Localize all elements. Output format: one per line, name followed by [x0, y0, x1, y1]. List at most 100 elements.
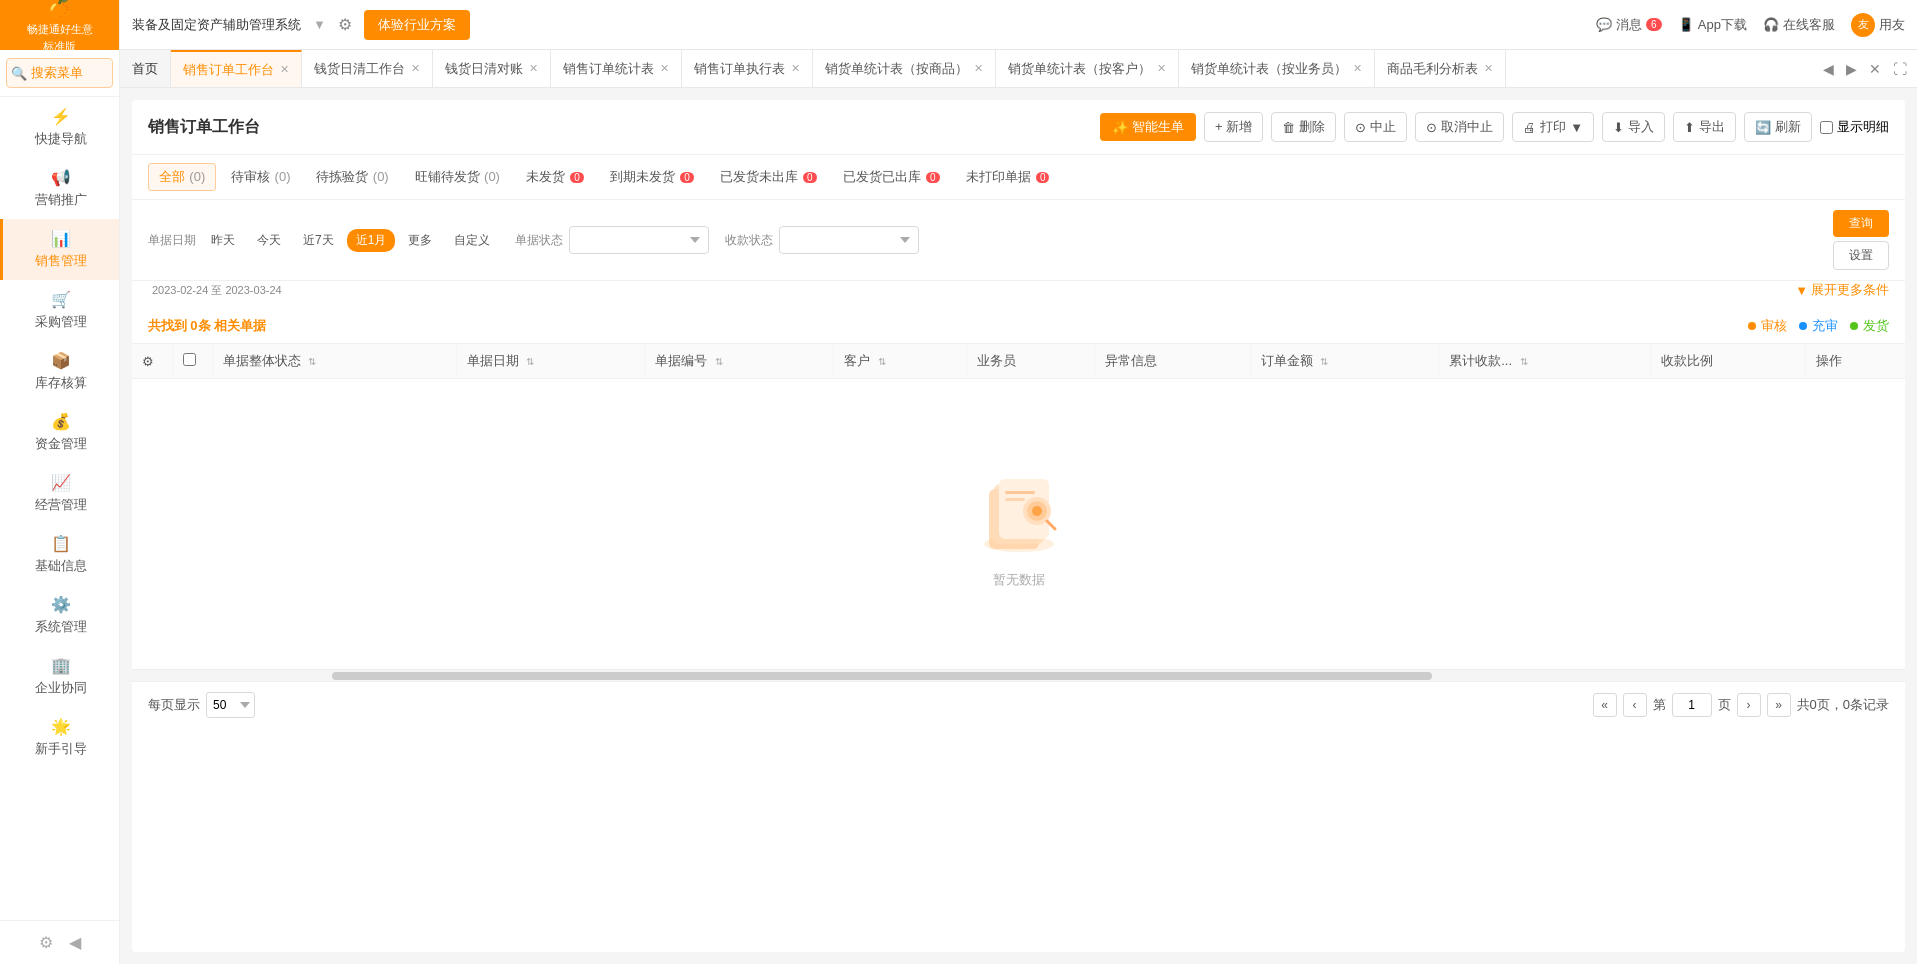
page-number-input[interactable] [1672, 693, 1712, 717]
collection-filter-select[interactable] [779, 226, 919, 254]
show-detail-checkbox[interactable] [1820, 121, 1833, 134]
tab-sales-order-workbench[interactable]: 销售订单工作台 ✕ [171, 50, 302, 88]
first-page-button[interactable]: « [1593, 693, 1617, 717]
sidebar-item-purchase[interactable]: 🛒 采购管理 [0, 280, 119, 341]
sub-tab-not-printed[interactable]: 未打印单据 0 [955, 163, 1061, 191]
tab-maximize-icon[interactable]: ⛶ [1889, 59, 1911, 79]
sub-tab-wangpu[interactable]: 旺铺待发货 (0) [404, 163, 511, 191]
tab-close-cash-reconcile[interactable]: ✕ [529, 62, 538, 75]
expand-label: 展开更多条件 [1811, 281, 1889, 299]
tab-close-sales-stat[interactable]: ✕ [660, 62, 669, 75]
sort-number-icon[interactable]: ⇅ [715, 356, 723, 367]
review-action-button[interactable]: 审核 [1748, 317, 1787, 335]
print-button[interactable]: 🖨 打印 ▼ [1512, 112, 1594, 142]
ship-action-button[interactable]: 发货 [1850, 317, 1889, 335]
sort-amount-icon[interactable]: ⇅ [1320, 356, 1328, 367]
sidebar-item-marketing[interactable]: 📢 营销推广 [0, 158, 119, 219]
sidebar-item-quick-nav[interactable]: ⚡ 快捷导航 [0, 97, 119, 158]
online-service-item[interactable]: 🎧 在线客服 [1763, 16, 1835, 34]
sidebar-item-finance[interactable]: 💰 资金管理 [0, 402, 119, 463]
sidebar-item-inventory[interactable]: 📦 库存核算 [0, 341, 119, 402]
import-button[interactable]: ⬇ 导入 [1602, 112, 1665, 142]
sidebar-item-operations[interactable]: 📈 经营管理 [0, 463, 119, 524]
add-button[interactable]: + 新增 [1204, 112, 1263, 142]
solution-button[interactable]: 体验行业方案 [364, 10, 470, 40]
header-settings-icon[interactable]: ⚙ [338, 15, 352, 34]
tab-close-sales-exec[interactable]: ✕ [791, 62, 800, 75]
tab-close-sales-order-workbench[interactable]: ✕ [280, 63, 289, 76]
date-btn-today[interactable]: 今天 [248, 229, 290, 252]
tab-home[interactable]: 首页 [120, 50, 171, 88]
next-page-button[interactable]: › [1737, 693, 1761, 717]
tab-bar: 首页 销售订单工作台 ✕ 钱货日清工作台 ✕ 钱货日清对账 ✕ 销售订单统计表 … [120, 50, 1917, 88]
tab-close-cash-daily[interactable]: ✕ [411, 62, 420, 75]
user-item[interactable]: 友 用友 [1851, 13, 1905, 37]
system-dropdown-arrow[interactable]: ▼ [313, 17, 326, 32]
smart-generate-button[interactable]: ✨ 智能生单 [1100, 113, 1196, 141]
content-area: 销售订单工作台 ✨ 智能生单 + 新增 🗑 删除 ⊙ 中止 [120, 88, 1917, 964]
cancel-suspend-button[interactable]: ⊙ 取消中止 [1415, 112, 1504, 142]
sub-tab-overdue-not-shipped[interactable]: 到期未发货 0 [599, 163, 705, 191]
expand-conditions-button[interactable]: ▼ 展开更多条件 [1795, 281, 1889, 299]
horizontal-scrollbar[interactable] [132, 669, 1905, 681]
tab-cash-reconcile[interactable]: 钱货日清对账 ✕ [433, 50, 551, 88]
tab-scroll-right-icon[interactable]: ▶ [1842, 59, 1861, 79]
select-all-checkbox[interactable] [183, 353, 196, 366]
scrollbar-thumb[interactable] [332, 672, 1432, 680]
sidebar-item-guide[interactable]: 🌟 新手引导 [0, 707, 119, 768]
per-page-select[interactable]: 50 100 [206, 692, 255, 718]
date-btn-yesterday[interactable]: 昨天 [202, 229, 244, 252]
sub-tab-shipped-out[interactable]: 已发货已出库 0 [832, 163, 951, 191]
delete-button[interactable]: 🗑 删除 [1271, 112, 1336, 142]
sub-tab-all[interactable]: 全部 (0) [148, 163, 216, 191]
sub-tab-not-shipped[interactable]: 未发货 0 [515, 163, 595, 191]
filter-setting-button[interactable]: 设置 [1833, 241, 1889, 270]
sort-status-icon[interactable]: ⇅ [308, 356, 316, 367]
suspend-button[interactable]: ⊙ 中止 [1344, 112, 1407, 142]
sort-collected-icon[interactable]: ⇅ [1520, 356, 1528, 367]
tab-close-sales-by-staff[interactable]: ✕ [1353, 62, 1362, 75]
export-button[interactable]: ⬆ 导出 [1673, 112, 1736, 142]
sidebar-item-sales[interactable]: 📊 销售管理 [0, 219, 119, 280]
app-download-item[interactable]: 📱 App下载 [1678, 16, 1747, 34]
sidebar-item-enterprise[interactable]: 🏢 企业协同 [0, 646, 119, 707]
sub-tab-pending-review[interactable]: 待审核 (0) [220, 163, 301, 191]
sort-date-icon[interactable]: ⇅ [526, 356, 534, 367]
th-checkbox[interactable] [172, 344, 212, 379]
search-menu-button[interactable]: 🔍 搜索菜单 [6, 58, 113, 88]
sidebar-item-basic-info[interactable]: 📋 基础信息 [0, 524, 119, 585]
settings-bottom-icon[interactable]: ⚙ [35, 929, 57, 956]
tab-sales-by-customer[interactable]: 销货单统计表（按客户） ✕ [996, 50, 1179, 88]
tab-product-margin[interactable]: 商品毛利分析表 ✕ [1375, 50, 1506, 88]
last-page-button[interactable]: » [1767, 693, 1791, 717]
tab-close-sales-by-product[interactable]: ✕ [974, 62, 983, 75]
tab-sales-stat[interactable]: 销售订单统计表 ✕ [551, 50, 682, 88]
date-btn-1month[interactable]: 近1月 [347, 229, 396, 252]
tab-close-all-icon[interactable]: ✕ [1865, 59, 1885, 79]
prev-page-button[interactable]: ‹ [1623, 693, 1647, 717]
suspend-action-button[interactable]: 充审 [1799, 317, 1838, 335]
tab-cash-daily[interactable]: 钱货日清工作台 ✕ [302, 50, 433, 88]
query-button[interactable]: 查询 [1833, 210, 1889, 237]
collapse-icon[interactable]: ◀ [65, 929, 85, 956]
sub-tab-shipped-not-out[interactable]: 已发货未出库 0 [709, 163, 828, 191]
tab-sales-by-product[interactable]: 销货单统计表（按商品） ✕ [813, 50, 996, 88]
date-btn-more[interactable]: 更多 [399, 229, 441, 252]
sort-customer-icon[interactable]: ⇅ [878, 356, 886, 367]
message-item[interactable]: 💬 消息 6 [1596, 16, 1662, 34]
date-btn-7days[interactable]: 近7天 [294, 229, 343, 252]
th-settings[interactable]: ⚙ [132, 344, 172, 379]
date-btn-custom[interactable]: 自定义 [445, 229, 499, 252]
tab-close-sales-by-customer[interactable]: ✕ [1157, 62, 1166, 75]
sub-tab-pending-inspect[interactable]: 待拣验货 (0) [305, 163, 399, 191]
refresh-button[interactable]: 🔄 刷新 [1744, 112, 1812, 142]
sub-tab-not-printed-badge: 0 [1036, 172, 1050, 183]
tab-sales-exec[interactable]: 销售订单执行表 ✕ [682, 50, 813, 88]
show-detail-checkbox-label[interactable]: 显示明细 [1820, 118, 1889, 136]
tab-sales-by-staff[interactable]: 销货单统计表（按业务员） ✕ [1179, 50, 1375, 88]
sub-tab-overdue-badge: 0 [680, 172, 694, 183]
tab-close-product-margin[interactable]: ✕ [1484, 62, 1493, 75]
sidebar-item-system[interactable]: ⚙️ 系统管理 [0, 585, 119, 646]
status-filter-select[interactable] [569, 226, 709, 254]
tab-scroll-left-icon[interactable]: ◀ [1819, 59, 1838, 79]
